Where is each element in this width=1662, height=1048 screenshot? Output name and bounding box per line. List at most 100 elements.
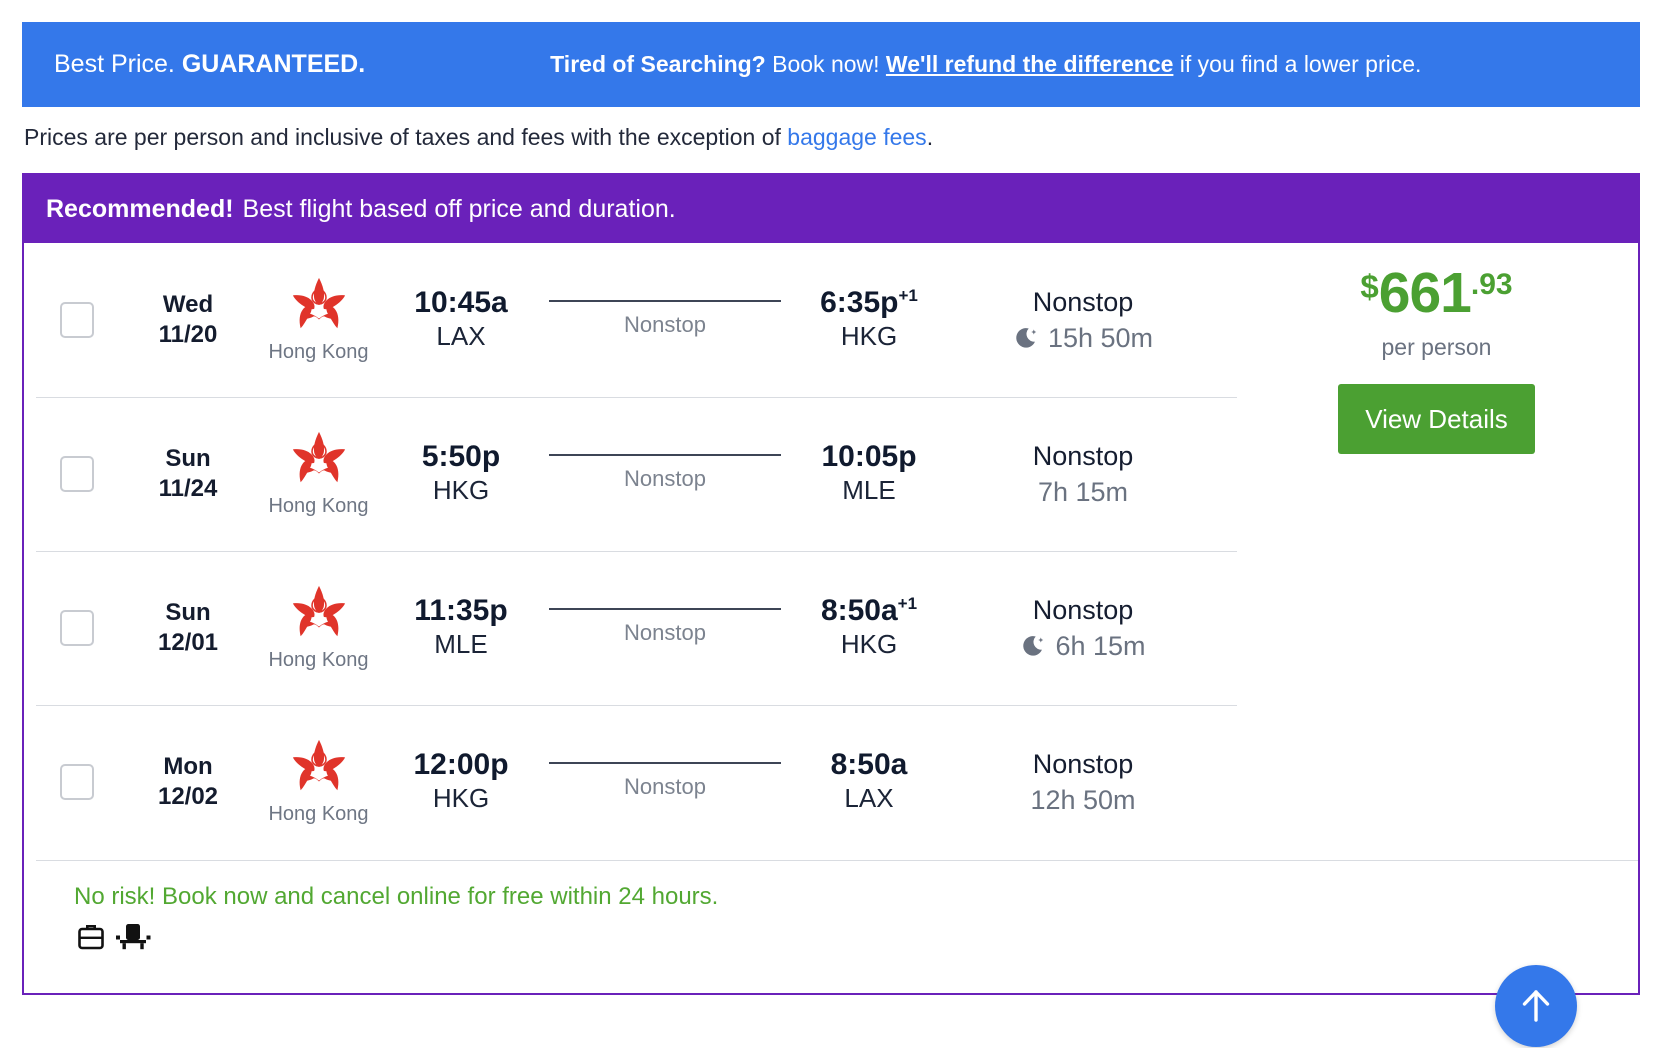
flight-leg-row[interactable]: Mon 12/02 <box>24 705 1237 859</box>
leg-arrive-airport-code: LAX <box>799 782 939 816</box>
guarantee-promo-bold: Tired of Searching? <box>550 51 766 77</box>
leg-path: Nonstop <box>531 300 799 341</box>
recommended-banner: Recommended! Best flight based off price… <box>24 175 1638 243</box>
leg-select-cell <box>24 610 130 646</box>
leg-depart-airport-code: HKG <box>391 782 531 816</box>
leg-arrive-time: 8:50a+1 <box>799 594 939 628</box>
guarantee-headline: Best Price. GUARANTEED. <box>54 50 365 79</box>
leg-airline-name: Hong Kong <box>268 495 368 518</box>
leg-arrive-time: 10:05p <box>799 440 939 474</box>
leg-path: Nonstop <box>531 762 799 803</box>
baggage-fees-link[interactable]: baggage fees <box>787 124 926 150</box>
leg-select-checkbox[interactable] <box>60 302 94 338</box>
leg-arrival: 8:50a LAX <box>799 748 939 815</box>
leg-path-label: Nonstop <box>624 312 706 338</box>
leg-date: Wed 11/20 <box>130 290 246 350</box>
leg-arrival: 6:35p+1 HKG <box>799 286 939 353</box>
recommended-description: Best flight based off price and duration… <box>243 195 676 224</box>
best-price-guarantee-bar: Best Price. GUARANTEED. Tired of Searchi… <box>22 22 1640 107</box>
leg-arrive-time-value: 8:50a <box>821 594 898 627</box>
leg-airline-name: Hong Kong <box>268 803 368 826</box>
leg-arrive-time-value: 8:50a <box>831 748 908 781</box>
flight-leg-row[interactable]: Sun 12/01 <box>24 551 1237 705</box>
taxes-note-period: . <box>927 124 933 150</box>
bauhinia-flower-logo <box>288 430 350 488</box>
leg-arrive-day-offset: +1 <box>898 594 917 613</box>
leg-arrive-time: 8:50a <box>799 748 939 782</box>
leg-duration-value: 7h 15m <box>1038 477 1128 508</box>
leg-duration-cell: Nonstop 7h 15m <box>939 440 1237 507</box>
leg-date: Sun 12/01 <box>130 598 246 658</box>
flight-result-card[interactable]: Recommended! Best flight based off price… <box>22 173 1640 995</box>
leg-airline-name: Hong Kong <box>268 649 368 672</box>
guarantee-headline-bold: GUARANTEED. <box>182 50 365 78</box>
leg-depart-airport-code: HKG <box>391 474 531 508</box>
amenities-row <box>74 919 1638 953</box>
recommended-label: Recommended! <box>46 195 234 224</box>
leg-duration: 7h 15m <box>939 477 1227 508</box>
leg-path-label: Nonstop <box>624 620 706 646</box>
flight-leg-row[interactable]: Wed 11/20 <box>24 243 1237 397</box>
leg-select-checkbox[interactable] <box>60 764 94 800</box>
leg-path-line <box>549 762 781 764</box>
leg-arrive-time: 6:35p+1 <box>799 286 939 320</box>
leg-depart-airport-code: MLE <box>391 628 531 662</box>
leg-duration: 6h 15m <box>939 631 1227 662</box>
leg-arrive-day-offset: +1 <box>898 286 917 305</box>
view-details-button[interactable]: View Details <box>1338 384 1535 454</box>
leg-duration: 15h 50m <box>939 323 1227 354</box>
leg-duration-value: 6h 15m <box>1055 631 1145 662</box>
itinerary-list: Wed 11/20 <box>24 243 1237 859</box>
leg-arrive-airport-code: HKG <box>799 628 939 662</box>
leg-arrival: 8:50a+1 HKG <box>799 594 939 661</box>
guarantee-headline-plain: Best Price. <box>54 50 182 78</box>
leg-duration: 12h 50m <box>939 785 1227 816</box>
refund-difference-link[interactable]: We'll refund the difference <box>886 51 1173 77</box>
price-currency-symbol: $ <box>1360 265 1378 303</box>
leg-path-line <box>549 454 781 456</box>
leg-departure: 5:50p HKG <box>391 440 531 507</box>
leg-airline: Hong Kong <box>246 430 391 518</box>
seat-icon <box>114 919 154 953</box>
guarantee-promo-tail: if you find a lower price. <box>1173 51 1421 77</box>
leg-stops: Nonstop <box>939 748 1227 780</box>
flight-card-footer: No risk! Book now and cancel online for … <box>36 860 1638 993</box>
leg-departure: 12:00p HKG <box>391 748 531 815</box>
leg-depart-time: 5:50p <box>391 440 531 474</box>
scroll-to-top-button[interactable] <box>1495 965 1577 1047</box>
price-column: $ 661 .93 per person View Details <box>1235 243 1638 454</box>
leg-depart-airport-code: LAX <box>391 320 531 354</box>
leg-path-label: Nonstop <box>624 774 706 800</box>
leg-arrive-airport-code: MLE <box>799 474 939 508</box>
total-price: $ 661 .93 <box>1360 265 1512 322</box>
leg-stops: Nonstop <box>939 286 1227 318</box>
leg-stops: Nonstop <box>939 440 1227 472</box>
leg-path-line <box>549 300 781 302</box>
bauhinia-flower-logo <box>288 276 350 334</box>
leg-arrive-airport-code: HKG <box>799 320 939 354</box>
no-risk-message: No risk! Book now and cancel online for … <box>74 883 1638 911</box>
leg-arrive-time-value: 10:05p <box>821 440 916 473</box>
leg-arrival: 10:05p MLE <box>799 440 939 507</box>
leg-departure: 10:45a LAX <box>391 286 531 353</box>
leg-duration-cell: Nonstop 15h 50m <box>939 286 1237 353</box>
leg-weekday: Wed <box>130 290 246 320</box>
taxes-note-text: Prices are per person and inclusive of t… <box>24 124 787 150</box>
leg-stops: Nonstop <box>939 594 1227 626</box>
carry-on-bag-icon <box>74 919 108 953</box>
leg-select-checkbox[interactable] <box>60 610 94 646</box>
arrow-up-icon <box>1515 985 1557 1027</box>
leg-depart-time: 10:45a <box>391 286 531 320</box>
guarantee-promo-mid: Book now! <box>766 51 886 77</box>
leg-date-number: 12/01 <box>130 628 246 658</box>
bauhinia-flower-logo <box>288 738 350 796</box>
leg-select-checkbox[interactable] <box>60 456 94 492</box>
leg-weekday: Sun <box>130 444 246 474</box>
price-per-person-label: per person <box>1382 334 1492 361</box>
leg-arrive-time-value: 6:35p <box>820 286 898 319</box>
leg-duration-value: 12h 50m <box>1030 785 1135 816</box>
leg-duration-value: 15h 50m <box>1048 323 1153 354</box>
leg-date-number: 11/24 <box>130 474 246 504</box>
price-dollars: 661 <box>1379 265 1471 322</box>
flight-leg-row[interactable]: Sun 11/24 <box>24 397 1237 551</box>
